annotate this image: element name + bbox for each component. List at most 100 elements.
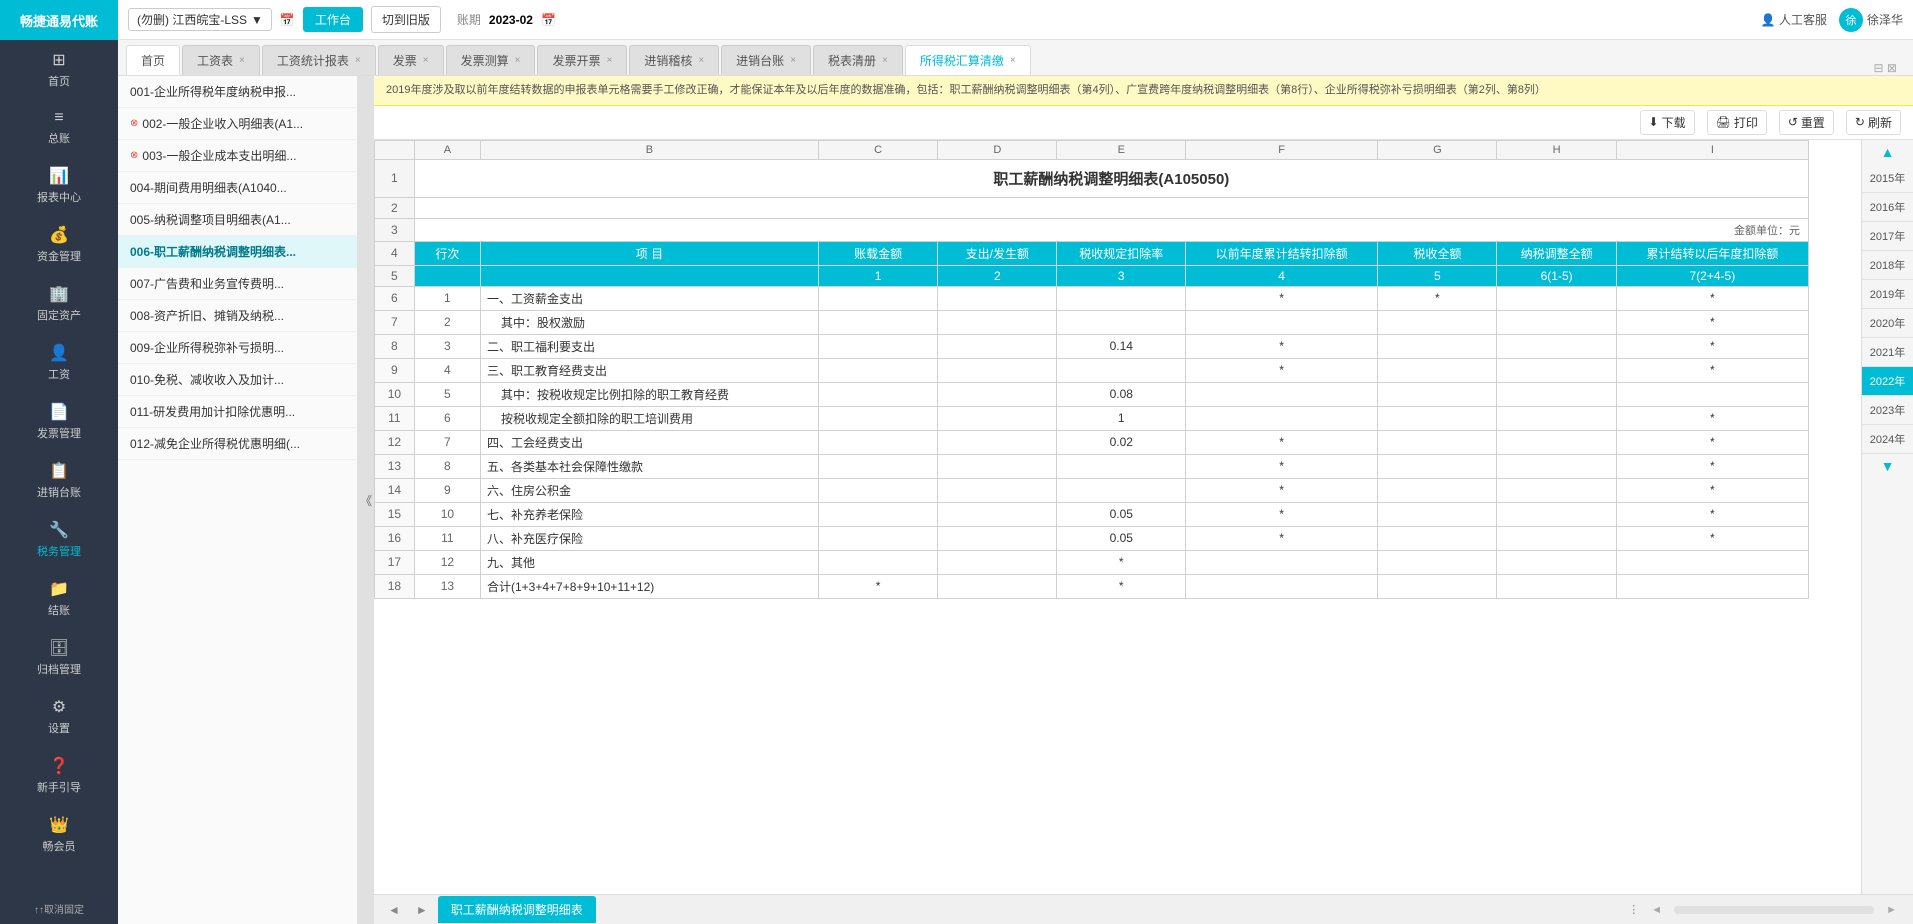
tab-invoice-calc-close[interactable]: ×: [515, 55, 521, 66]
sidebar-item-member[interactable]: 👑 畅会员: [0, 805, 118, 864]
sidebar-item-tax[interactable]: 🔧 税务管理: [0, 510, 118, 569]
sidebar-item-settings[interactable]: ⚙ 设置: [0, 687, 118, 746]
form-item-001[interactable]: 001-企业所得税年度纳税申报...: [118, 76, 357, 108]
purchase-icon: 📋: [49, 461, 69, 481]
year-2019[interactable]: 2019年: [1862, 280, 1913, 309]
table-title: 职工薪酬纳税调整明细表(A105050): [414, 159, 1808, 197]
data-row-8: 8 3 二、职工福利要支出 0.14 * *: [375, 334, 1809, 358]
sheet-nav-right[interactable]: ►: [410, 903, 434, 917]
home-icon: ⊞: [52, 50, 65, 70]
year-2021[interactable]: 2021年: [1862, 338, 1913, 367]
tab-invoice-calc-label: 发票测算: [461, 52, 509, 69]
sheet-scroll-right[interactable]: ►: [1878, 904, 1905, 916]
print-button[interactable]: 🖨 打印: [1707, 110, 1767, 135]
tab-tax-form[interactable]: 税表清册 ×: [813, 45, 903, 75]
form-item-001-label: 001-企业所得税年度纳税申报...: [130, 83, 296, 100]
avatar-icon: 徐: [1839, 8, 1863, 32]
form-item-010[interactable]: 010-免税、减收收入及加计...: [118, 364, 357, 396]
year-2015[interactable]: 2015年: [1862, 164, 1913, 193]
form-item-003[interactable]: ⊗ 003-一般企业成本支出明细...: [118, 140, 357, 172]
year-2017[interactable]: 2017年: [1862, 222, 1913, 251]
tab-invoice[interactable]: 发票 ×: [378, 45, 444, 75]
switch-old-button[interactable]: 切到旧版: [371, 6, 441, 33]
form-item-008[interactable]: 008-资产折旧、摊销及纳税...: [118, 300, 357, 332]
sidebar-item-ledger[interactable]: ≡ 总账: [0, 99, 118, 156]
download-icon: ⬇: [1649, 115, 1659, 129]
form-item-004[interactable]: 004-期间费用明细表(A1040...: [118, 172, 357, 204]
user-info[interactable]: 徐 徐泽华: [1839, 8, 1903, 32]
tab-payroll[interactable]: 工资表 ×: [182, 45, 260, 75]
year-2016[interactable]: 2016年: [1862, 193, 1913, 222]
unpin-button[interactable]: ↑↑取消固定: [0, 893, 118, 924]
form-item-003-error: ⊗: [130, 150, 138, 161]
tab-payroll-stats[interactable]: 工资统计报表 ×: [262, 45, 376, 75]
tab-invoice-close[interactable]: ×: [423, 55, 429, 66]
form-item-009-label: 009-企业所得税弥补亏损明...: [130, 339, 284, 356]
guide-icon: ❓: [49, 756, 69, 776]
form-item-002[interactable]: ⊗ 002-一般企业收入明细表(A1...: [118, 108, 357, 140]
year-2018[interactable]: 2018年: [1862, 251, 1913, 280]
sidebar-item-assets[interactable]: 🏢 固定资产: [0, 274, 118, 333]
notice-bar: 2019年度涉及取以前年度结转数据的申报表单元格需要手工修改正确，才能保证本年及…: [374, 76, 1913, 106]
col-head-rate: 税收规定扣除率: [1057, 241, 1186, 265]
support-link[interactable]: 👤 人工客服: [1761, 11, 1827, 28]
form-item-009[interactable]: 009-企业所得税弥补亏损明...: [118, 332, 357, 364]
tab-check-close[interactable]: ×: [698, 55, 704, 66]
year-2023[interactable]: 2023年: [1862, 396, 1913, 425]
sheet-options[interactable]: ⋮: [1628, 903, 1639, 916]
col-head-tax: 税收全额: [1378, 241, 1497, 265]
sheet-nav-left[interactable]: ◄: [382, 903, 406, 917]
refresh-button[interactable]: ↻ 刷新: [1846, 110, 1901, 135]
data-row-11: 11 6 按税收规定全额扣除的职工培训费用 1 *: [375, 406, 1809, 430]
tab-home-label: 首页: [141, 52, 165, 69]
sidebar-item-report[interactable]: 📊 报表中心: [0, 156, 118, 215]
tab-payroll-close[interactable]: ×: [239, 55, 245, 66]
tab-payroll-stats-close[interactable]: ×: [355, 55, 361, 66]
sidebar-item-archive[interactable]: 🗄 归档管理: [0, 628, 118, 687]
tab-tax-form-close[interactable]: ×: [882, 55, 888, 66]
year-nav-down[interactable]: ▼: [1877, 454, 1899, 478]
company-selector[interactable]: (勿删) 江西皖宝-LSS ▼: [128, 8, 272, 31]
year-nav-up[interactable]: ▲: [1877, 140, 1899, 164]
tab-home[interactable]: 首页: [126, 45, 180, 75]
tab-invoice-calc[interactable]: 发票测算 ×: [446, 45, 536, 75]
download-button[interactable]: ⬇ 下载: [1640, 110, 1695, 135]
row-3-num: 3: [375, 218, 415, 241]
tab-invoice-open-close[interactable]: ×: [606, 55, 612, 66]
tab-income-tax-close[interactable]: ×: [1010, 55, 1016, 66]
sidebar-item-payroll[interactable]: 👤 工资: [0, 333, 118, 392]
col-head-carry: 累计结转以后年度扣除额: [1616, 241, 1808, 265]
col-n-8: 7(2+4-5): [1616, 265, 1808, 286]
reset-button[interactable]: ↺ 重置: [1779, 110, 1834, 135]
sidebar: 畅捷通易代账 ⊞ 首页 ≡ 总账 📊 报表中心 💰 资金管理 🏢 固定资产 👤 …: [0, 0, 118, 924]
tab-ledger-close[interactable]: ×: [790, 55, 796, 66]
form-item-012[interactable]: 012-减免企业所得税优惠明细(...: [118, 428, 357, 460]
sidebar-item-close[interactable]: 📁 结账: [0, 569, 118, 628]
sidebar-item-finance[interactable]: 💰 资金管理: [0, 215, 118, 274]
tab-invoice-open[interactable]: 发票开票 ×: [537, 45, 627, 75]
form-item-007[interactable]: 007-广告费和业务宣传费明...: [118, 268, 357, 300]
ledger-icon: ≡: [54, 109, 63, 127]
collapse-button[interactable]: 《: [358, 76, 374, 924]
sheet-scroll-left[interactable]: ◄: [1643, 904, 1670, 916]
tab-ledger[interactable]: 进销台账 ×: [721, 45, 811, 75]
form-item-005[interactable]: 005-纳税调整项目明细表(A1...: [118, 204, 357, 236]
sheet-scrollbar[interactable]: [1674, 906, 1874, 914]
tab-window-controls[interactable]: ⊟ ⊠: [1866, 61, 1905, 75]
sidebar-item-purchase[interactable]: 📋 进销台账: [0, 451, 118, 510]
year-2024[interactable]: 2024年: [1862, 425, 1913, 454]
payroll-icon: 👤: [49, 343, 69, 363]
sidebar-item-invoice[interactable]: 📄 发票管理: [0, 392, 118, 451]
col-n-3: 2: [938, 265, 1057, 286]
workspace-button[interactable]: 工作台: [303, 7, 363, 32]
year-2022[interactable]: 2022年: [1862, 367, 1913, 396]
form-item-011[interactable]: 011-研发费用加计扣除优惠明...: [118, 396, 357, 428]
sheet-tab-main[interactable]: 职工薪酬纳税调整明细表: [438, 896, 596, 923]
tab-check[interactable]: 进销稽核 ×: [629, 45, 719, 75]
period-edit-icon[interactable]: 📅: [541, 13, 556, 27]
sidebar-item-guide[interactable]: ❓ 新手引导: [0, 746, 118, 805]
tab-income-tax[interactable]: 所得税汇算清缴 ×: [905, 45, 1031, 75]
sidebar-item-home[interactable]: ⊞ 首页: [0, 40, 118, 99]
form-item-006[interactable]: 006-职工薪酬纳税调整明细表...: [118, 236, 357, 268]
year-2020[interactable]: 2020年: [1862, 309, 1913, 338]
